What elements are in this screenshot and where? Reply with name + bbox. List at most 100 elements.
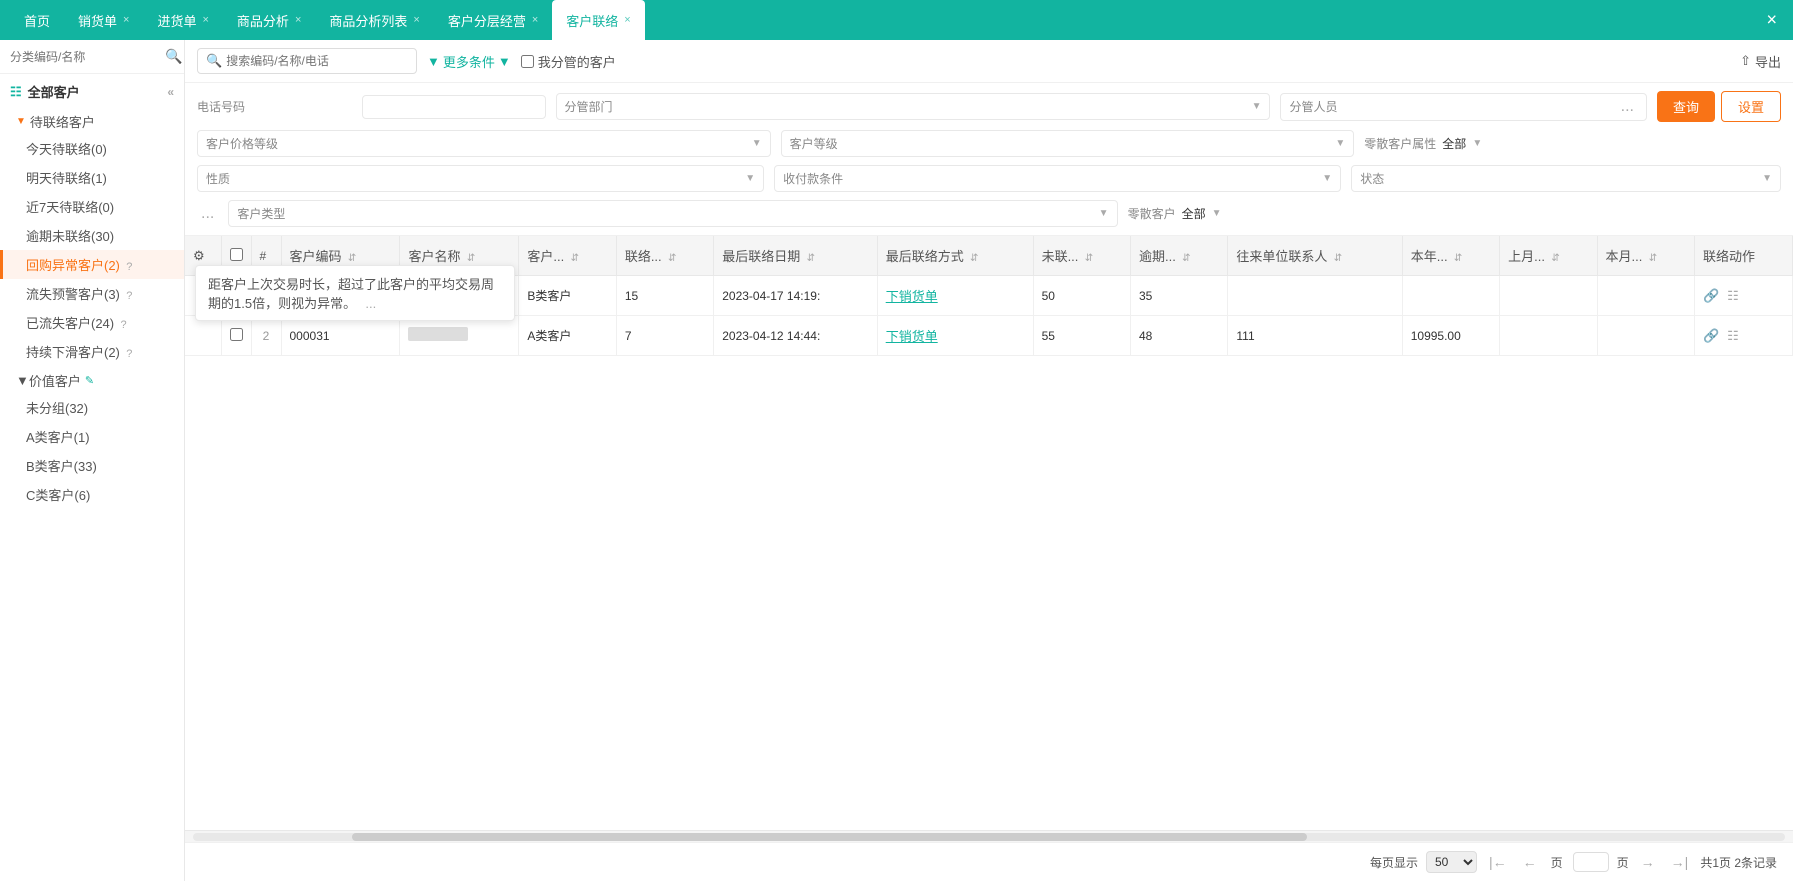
dropdown-arrow-icon: ▼: [745, 173, 755, 184]
th-actions: 联络动作: [1694, 236, 1792, 276]
search-input[interactable]: [226, 54, 408, 68]
zero-attr-field[interactable]: 零散客户属性 全部 ▼: [1364, 135, 1781, 152]
zero-customer-field[interactable]: 零散客户 全部 ▼: [1128, 205, 1781, 222]
export-button[interactable]: ⇧ 导出: [1740, 52, 1781, 71]
contact-way-link[interactable]: 下销货单: [886, 329, 938, 344]
th-last-contact-way: 最后联络方式 ⇵: [877, 236, 1033, 276]
row-last-contact-way: 下销货单: [877, 316, 1033, 356]
sidebar-item-declining[interactable]: 持续下滑客户(2) ?: [0, 337, 184, 366]
row-ellipsis[interactable]: ...: [197, 205, 218, 223]
row-actions: 🔗 ☷: [1694, 276, 1792, 316]
horizontal-scrollbar[interactable]: [185, 830, 1793, 842]
nav-purchase[interactable]: 进货单 ×: [143, 0, 222, 40]
sidebar-item-churned[interactable]: 已流失客户(24) ?: [0, 308, 184, 337]
more-filter-button[interactable]: ▼ 更多条件 ▼: [427, 52, 511, 71]
sidebar-group-value[interactable]: ▼ 价值客户 ✎: [0, 366, 184, 393]
search-input-wrap[interactable]: 🔍: [197, 48, 417, 74]
sort-icon[interactable]: ⇵: [668, 253, 676, 264]
last-page-button[interactable]: →|: [1667, 854, 1693, 870]
prev-page-button[interactable]: ←: [1519, 854, 1541, 870]
sort-icon[interactable]: ⇵: [1085, 253, 1093, 264]
row-actions: 🔗 ☷: [1694, 316, 1792, 356]
table-row: 2 000031 A类客户 7 2023-04-12 14:44: 下销货单 5…: [185, 316, 1793, 356]
link-action-icon[interactable]: 🔗: [1703, 328, 1719, 344]
sort-icon[interactable]: ⇵: [467, 253, 475, 264]
edit-icon[interactable]: ✎: [85, 374, 94, 387]
status-field[interactable]: 状态 ▼: [1351, 165, 1781, 192]
close-icon[interactable]: ×: [295, 14, 301, 26]
close-icon[interactable]: ×: [624, 14, 630, 26]
gender-field[interactable]: 性质 ▼: [197, 165, 764, 192]
close-icon[interactable]: ×: [123, 14, 129, 26]
sort-icon[interactable]: ⇵: [348, 253, 356, 264]
sidebar-item-tomorrow[interactable]: 明天待联络(1): [0, 163, 184, 192]
sidebar-item-today[interactable]: 今天待联络(0): [0, 134, 184, 163]
page-number-input[interactable]: 1: [1573, 852, 1609, 872]
sidebar-item-7days[interactable]: 近7天待联络(0): [0, 192, 184, 221]
sort-icon[interactable]: ⇵: [1649, 253, 1657, 264]
sidebar-search-icon[interactable]: 🔍: [165, 48, 182, 65]
row-num: 2: [251, 316, 281, 356]
phone-input[interactable]: [362, 95, 545, 119]
sort-icon[interactable]: ⇵: [1551, 253, 1559, 264]
sidebar-item-churn-warning[interactable]: 流失预警客户(3) ?: [0, 279, 184, 308]
row-checkbox[interactable]: [230, 328, 243, 341]
nav-product-analysis[interactable]: 商品分析 ×: [223, 0, 315, 40]
sidebar-item-class-b[interactable]: B类客户(33): [0, 451, 184, 480]
query-button[interactable]: 查询: [1657, 91, 1715, 122]
dept-field[interactable]: 分管部门 ▼: [556, 93, 1271, 120]
sidebar-item-ungroup[interactable]: 未分组(32): [0, 393, 184, 422]
row-last-contact-date: 2023-04-12 14:44:: [714, 316, 877, 356]
th-last-contact-date: 最后联络日期 ⇵: [714, 236, 877, 276]
sort-icon[interactable]: ⇵: [807, 253, 815, 264]
dropdown-arrow-icon: ▼: [1099, 208, 1109, 219]
contact-way-link[interactable]: 下销货单: [886, 289, 938, 304]
nav-sales[interactable]: 销货单 ×: [64, 0, 143, 40]
sidebar-item-repurchase-abnormal[interactable]: 回购异常客户(2) ?: [0, 250, 184, 279]
collapse-button[interactable]: «: [167, 85, 174, 99]
grid-action-icon[interactable]: ☷: [1727, 288, 1739, 304]
sort-icon[interactable]: ⇵: [571, 253, 579, 264]
export-icon: ⇧: [1740, 53, 1751, 69]
nav-product-list[interactable]: 商品分析列表 ×: [315, 0, 433, 40]
settings-icon[interactable]: ⚙: [193, 248, 205, 263]
sidebar-group-pending[interactable]: ▼ 待联络客户: [0, 107, 184, 134]
link-action-icon[interactable]: 🔗: [1703, 288, 1719, 304]
close-icon[interactable]: ×: [532, 14, 538, 26]
sort-icon[interactable]: ⇵: [1454, 253, 1462, 264]
nav-customer-contact[interactable]: 客户联络 ×: [552, 0, 644, 40]
scroll-track[interactable]: [193, 833, 1785, 841]
set-button[interactable]: 设置: [1721, 91, 1781, 122]
filter-rows: 电话号码 分管部门 ▼ 分管人员 ... 查询 设置: [185, 83, 1793, 236]
first-page-button[interactable]: |←: [1485, 854, 1511, 870]
ellipsis-icon[interactable]: ...: [1617, 98, 1638, 116]
tooltip-close[interactable]: ...: [365, 296, 376, 311]
dropdown-arrow-icon: ▼: [752, 138, 762, 149]
sort-icon[interactable]: ⇵: [970, 253, 978, 264]
customer-level-field[interactable]: 客户等级 ▼: [781, 130, 1355, 157]
action-buttons: 查询 设置: [1657, 91, 1781, 122]
select-all-checkbox[interactable]: [230, 248, 243, 261]
nav-customer-layer[interactable]: 客户分层经营 ×: [434, 0, 552, 40]
grid-action-icon[interactable]: ☷: [1727, 328, 1739, 344]
my-customer-checkbox-wrap[interactable]: 我分管的客户: [521, 52, 616, 71]
payment-field[interactable]: 收付款条件 ▼: [774, 165, 1341, 192]
nav-home[interactable]: 首页: [10, 0, 64, 40]
sidebar-item-overdue[interactable]: 逾期未联络(30): [0, 221, 184, 250]
scroll-thumb[interactable]: [352, 833, 1307, 841]
close-icon[interactable]: ×: [202, 14, 208, 26]
customer-type-field[interactable]: 客户类型 ▼: [228, 200, 1117, 227]
sort-icon[interactable]: ⇵: [1334, 253, 1342, 264]
sidebar-item-class-a[interactable]: A类客户(1): [0, 422, 184, 451]
page-size-select[interactable]: 50 20 100: [1426, 851, 1477, 873]
all-customers-header[interactable]: ☷ 全部客户 «: [0, 74, 184, 107]
window-close-button[interactable]: ×: [1766, 10, 1777, 31]
my-customer-checkbox[interactable]: [521, 55, 534, 68]
close-icon[interactable]: ×: [413, 14, 419, 26]
person-field[interactable]: 分管人员 ...: [1280, 93, 1647, 121]
sort-icon[interactable]: ⇵: [1182, 253, 1190, 264]
sidebar-item-class-c[interactable]: C类客户(6): [0, 480, 184, 509]
price-level-field[interactable]: 客户价格等级 ▼: [197, 130, 771, 157]
next-page-button[interactable]: →: [1637, 854, 1659, 870]
sidebar-search-input[interactable]: [10, 50, 165, 64]
